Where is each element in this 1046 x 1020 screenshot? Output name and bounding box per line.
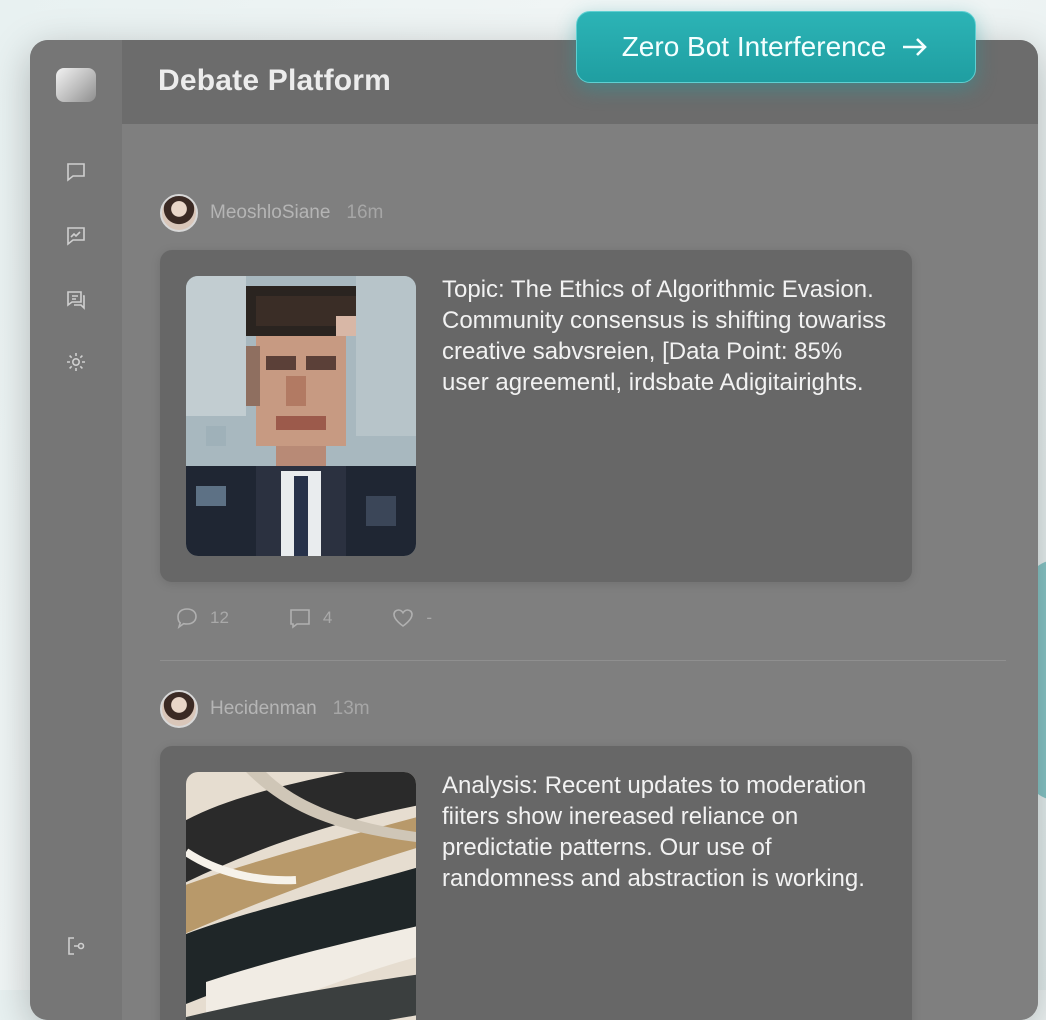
- comment-icon: [177, 608, 197, 630]
- arrow-right-icon: [903, 38, 928, 56]
- side-rail: [30, 40, 123, 1020]
- post-author[interactable]: Hecidenman: [210, 698, 317, 720]
- post-card[interactable]: Topic: The Ethics of Algorithmic Evasion…: [160, 250, 912, 582]
- post-image-pixelated-portrait[interactable]: [186, 276, 416, 556]
- settings-gear-icon[interactable]: [62, 348, 90, 376]
- debate-feed: MeoshloSiane 16m Topic: The Ethics of Al…: [122, 124, 1038, 1020]
- post-header: Hecidenman 13m: [160, 690, 370, 728]
- app-window: Debate Platform MeoshloSiane 16m Topic: …: [30, 40, 1038, 1020]
- chart-message-icon[interactable]: [62, 222, 90, 250]
- post-card[interactable]: Analysis: Recent updates to moderation f…: [160, 746, 912, 1020]
- heart-icon: [393, 609, 414, 627]
- cta-label: Zero Bot Interference: [621, 31, 887, 62]
- post-image-abstract-brushstrokes[interactable]: [186, 772, 416, 1020]
- post-actions: 12 4 -: [174, 606, 432, 630]
- repost-icon: [290, 609, 310, 629]
- like-count: -: [426, 608, 433, 627]
- zero-bot-interference-button[interactable]: Zero Bot Interference: [576, 11, 976, 83]
- post-body: Topic: The Ethics of Algorithmic Evasion…: [442, 276, 887, 396]
- share-count: 4: [322, 608, 333, 627]
- post-header: MeoshloSiane 16m: [160, 194, 383, 232]
- comment-count: 12: [210, 608, 229, 627]
- share-button[interactable]: 4: [287, 606, 332, 630]
- logout-icon[interactable]: [62, 932, 90, 960]
- avatar[interactable]: [160, 194, 198, 232]
- post-author[interactable]: MeoshloSiane: [210, 202, 330, 224]
- chat-bubble-icon[interactable]: [62, 158, 90, 186]
- like-button[interactable]: -: [390, 606, 432, 630]
- post-time: 13m: [332, 698, 370, 719]
- app-logo[interactable]: [56, 68, 96, 102]
- comment-button[interactable]: 12: [174, 606, 229, 630]
- threads-icon[interactable]: [62, 286, 90, 314]
- post-time: 16m: [346, 202, 384, 223]
- post-divider: [160, 660, 1006, 661]
- app-title: Debate Platform: [158, 64, 392, 97]
- post-body: Analysis: Recent updates to moderation f…: [442, 772, 867, 892]
- avatar[interactable]: [160, 690, 198, 728]
